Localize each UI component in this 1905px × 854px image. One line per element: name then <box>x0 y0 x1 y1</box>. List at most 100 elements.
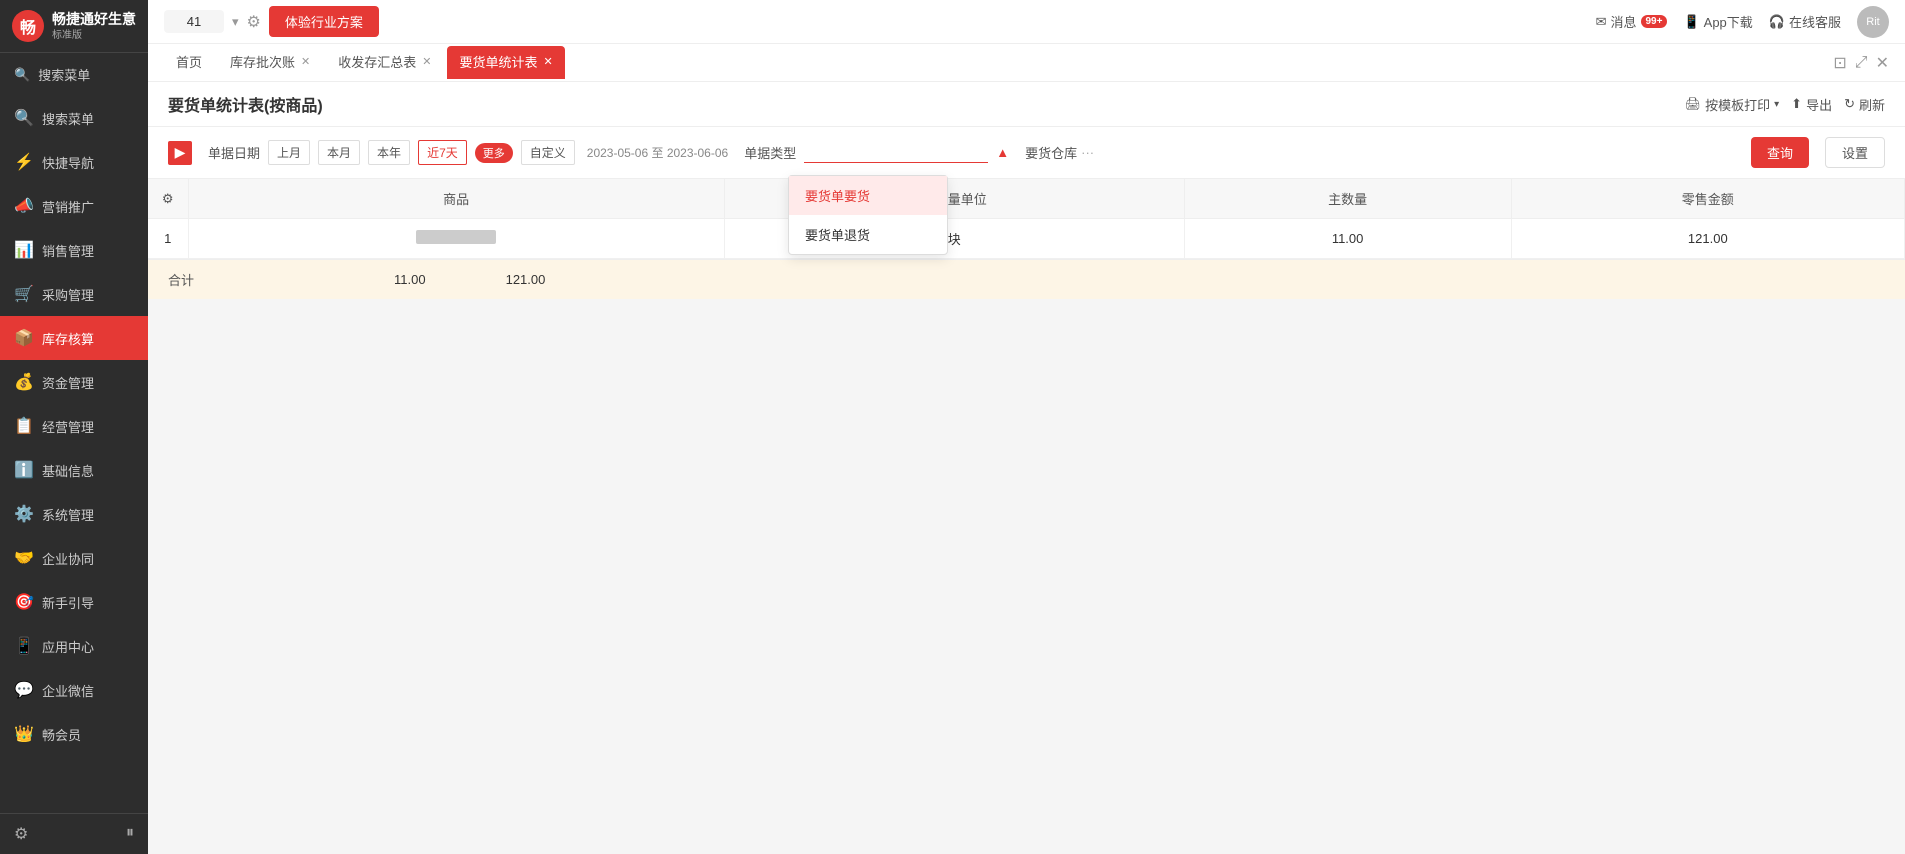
date-last-month-btn[interactable]: 上月 <box>268 140 310 165</box>
sidebar-item-basic-info[interactable]: ℹ️基础信息 <box>0 448 148 492</box>
purchase-icon: 🛒 <box>14 284 34 304</box>
table-container: ⚙ 商品 主计量单位 主数量 零售金额 1 块 11.00 <box>148 179 1905 259</box>
sidebar-item-inventory[interactable]: 📦库存核算 <box>0 316 148 360</box>
sidebar-item-guide[interactable]: 🎯新手引导 <box>0 580 148 624</box>
system-icon: ⚙️ <box>14 504 34 524</box>
type-dropdown: 要货单要货 要货单退货 <box>788 175 948 255</box>
row-amount: 121.00 <box>1511 219 1904 259</box>
sidebar-item-finance[interactable]: 💰资金管理 <box>0 360 148 404</box>
logo-icon: 畅 <box>12 10 44 42</box>
sidebar-item-wechat[interactable]: 💬企业微信 <box>0 668 148 712</box>
export-btn[interactable]: ⬆ 导出 <box>1791 95 1832 114</box>
topbar-right: ✉ 消息 99+ 📱 App下载 🎧 在线客服 Rit <box>1596 6 1889 38</box>
industry-btn[interactable]: 体验行业方案 <box>269 6 379 37</box>
th-amount: 零售金额 <box>1511 179 1904 219</box>
date-more-btn[interactable]: 更多 <box>475 143 513 163</box>
collapse-icon[interactable]: ⏸ <box>126 824 134 844</box>
sidebar-item-enterprise[interactable]: 🤝企业协同 <box>0 536 148 580</box>
sales-icon: 📊 <box>14 240 34 260</box>
sidebar-item-app-center[interactable]: 📱应用中心 <box>0 624 148 668</box>
sidebar-item-shortcut[interactable]: ⚡快捷导航 <box>0 140 148 184</box>
setting-btn[interactable]: 设置 <box>1825 137 1885 168</box>
type-chevron-up-icon[interactable]: ▲ <box>996 145 1009 160</box>
date-range-label: 2023-05-06 至 2023-06-06 <box>587 144 728 161</box>
settings-topbar-icon[interactable]: ⚙ <box>247 12 261 32</box>
shortcut-icon: ⚡ <box>14 152 34 172</box>
search-icon: 🔍 <box>14 108 34 128</box>
sidebar-item-sales[interactable]: 📊销售管理 <box>0 228 148 272</box>
th-qty: 主数量 <box>1184 179 1511 219</box>
warehouse-filter-group: 要货仓库 ··· <box>1025 143 1094 162</box>
expand-icon: ⊡ <box>1833 53 1846 73</box>
guide-icon: 🎯 <box>14 592 34 612</box>
filter-toggle-btn[interactable]: ▶ <box>168 141 192 165</box>
date-this-month-btn[interactable]: 本月 <box>318 140 360 165</box>
tab-fullscreen-icon[interactable]: ⤢ <box>1855 54 1868 72</box>
tab-expand-btn[interactable]: ⊡ <box>1833 53 1846 73</box>
table-header-row: ⚙ 商品 主计量单位 主数量 零售金额 <box>148 179 1905 219</box>
date-label: 单据日期 <box>208 143 260 162</box>
tabs-bar: 首页 库存批次账 ✕ 收发存汇总表 ✕ 要货单统计表 ✕ ⊡ ⤢ ✕ <box>148 44 1905 82</box>
tab-order-stats[interactable]: 要货单统计表 ✕ <box>447 46 564 79</box>
tab-home[interactable]: 首页 <box>164 46 214 79</box>
tab-inventory-batch[interactable]: 库存批次账 ✕ <box>218 46 322 79</box>
page-header: 要货单统计表(按商品) 🖨 按模板打印 ▾ ⬆ 导出 ↻ 刷新 <box>148 82 1905 127</box>
footer-total-values: 11.00 121.00 <box>394 272 545 287</box>
messages-btn[interactable]: ✉ 消息 99+ <box>1596 12 1668 31</box>
warehouse-label: 要货仓库 <box>1025 143 1077 162</box>
dropdown-item-0[interactable]: 要货单要货 <box>789 176 947 215</box>
sidebar-item-vip[interactable]: 👑畅会员 <box>0 712 148 756</box>
operations-icon: 📋 <box>14 416 34 436</box>
sidebar-item-system[interactable]: ⚙️系统管理 <box>0 492 148 536</box>
settings-icon[interactable]: ⚙ <box>14 824 28 844</box>
date-custom-btn[interactable]: 自定义 <box>521 140 575 165</box>
page-content: 要货单统计表(按商品) 🖨 按模板打印 ▾ ⬆ 导出 ↻ 刷新 ▶ <box>148 82 1905 854</box>
topbar-chevron-icon[interactable]: ▾ <box>232 14 239 30</box>
topbar-left: 41 ▾ ⚙ 体验行业方案 <box>164 6 1584 37</box>
tab-receive-summary[interactable]: 收发存汇总表 ✕ <box>326 46 443 79</box>
wechat-icon: 💬 <box>14 680 34 700</box>
print-btn[interactable]: 🖨 按模板打印 ▾ <box>1685 95 1780 114</box>
page-actions: 🖨 按模板打印 ▾ ⬆ 导出 ↻ 刷新 <box>1685 95 1885 114</box>
tab-close-receive-summary[interactable]: ✕ <box>422 55 431 68</box>
tab-close-all-icon[interactable]: ✕ <box>1876 53 1889 73</box>
user-avatar[interactable]: Rit <box>1857 6 1889 38</box>
sidebar-item-purchase[interactable]: 🛒采购管理 <box>0 272 148 316</box>
row-seq: 1 <box>148 219 188 259</box>
footer-total-label: 合计 <box>168 270 194 289</box>
inventory-icon: 📦 <box>14 328 34 348</box>
date-this-year-btn[interactable]: 本年 <box>368 140 410 165</box>
query-btn[interactable]: 查询 <box>1751 137 1809 168</box>
footer-amount: 121.00 <box>506 272 546 287</box>
dropdown-item-1[interactable]: 要货单退货 <box>789 215 947 254</box>
sidebar-item-marketing-promo[interactable]: 📣营销推广 <box>0 184 148 228</box>
footer-qty: 11.00 <box>394 272 426 287</box>
message-icon: ✉ <box>1596 14 1607 30</box>
basic-info-icon: ℹ️ <box>14 460 34 480</box>
tab-close-order-stats[interactable]: ✕ <box>544 55 553 68</box>
topbar-number: 41 <box>164 10 224 33</box>
warehouse-more-icon[interactable]: ··· <box>1081 145 1094 160</box>
page-title: 要货单统计表(按商品) <box>168 92 323 116</box>
sidebar-item-operations[interactable]: 📋经营管理 <box>0 404 148 448</box>
export-icon: ⬆ <box>1791 96 1802 112</box>
th-goods: 商品 <box>188 179 724 219</box>
sidebar-search[interactable]: 🔍 搜索菜单 <box>0 53 148 96</box>
refresh-btn[interactable]: ↻ 刷新 <box>1844 95 1885 114</box>
vip-icon: 👑 <box>14 724 34 744</box>
app-download-btn[interactable]: 📱 App下载 <box>1683 12 1752 31</box>
type-select[interactable] <box>804 143 988 163</box>
marketing-promo-icon: 📣 <box>14 196 34 216</box>
sidebar-item-search[interactable]: 🔍搜索菜单 <box>0 96 148 140</box>
date-filter-group: 单据日期 上月 本月 本年 近7天 更多 自定义 2023-05-06 至 20… <box>208 140 728 165</box>
sidebar-nav: 🔍搜索菜单⚡快捷导航📣营销推广📊销售管理🛒采购管理📦库存核算💰资金管理📋经营管理… <box>0 96 148 813</box>
tab-close-inventory-batch[interactable]: ✕ <box>301 55 310 68</box>
sidebar-bottom: ⚙ ⏸ <box>0 813 148 854</box>
online-service-btn[interactable]: 🎧 在线客服 <box>1769 12 1841 31</box>
enterprise-icon: 🤝 <box>14 548 34 568</box>
th-settings[interactable]: ⚙ <box>148 179 188 219</box>
service-icon: 🎧 <box>1769 14 1785 30</box>
date-7days-btn[interactable]: 近7天 <box>418 140 467 165</box>
row-qty: 11.00 <box>1184 219 1511 259</box>
app-center-icon: 📱 <box>14 636 34 656</box>
